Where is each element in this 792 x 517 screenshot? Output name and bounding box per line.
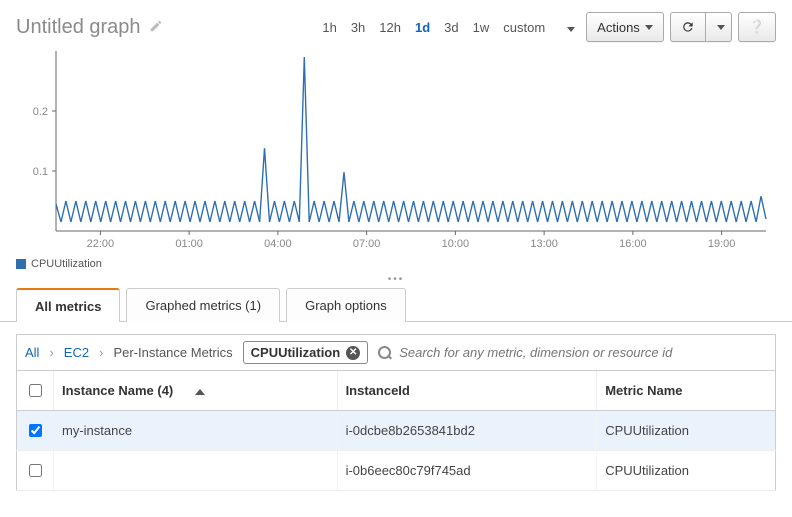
help-icon: ❔ bbox=[749, 19, 765, 35]
cell-instance-name bbox=[54, 451, 338, 491]
chart[interactable]: 0.1 0.2 22:00 01:00 04:00 07:00 10:00 13:00 16:0… bbox=[16, 46, 776, 270]
svg-text:04:00: 04:00 bbox=[264, 238, 292, 250]
svg-text:01:00: 01:00 bbox=[175, 238, 203, 250]
time-range-option[interactable]: 1d bbox=[410, 18, 435, 37]
time-range-picker: 1h 3h12h1d3d 1wcustom bbox=[317, 18, 550, 37]
refresh-button[interactable] bbox=[670, 12, 706, 42]
time-range-option[interactable]: 3d bbox=[439, 18, 463, 37]
svg-text:13:00: 13:00 bbox=[530, 238, 558, 250]
row-checkbox[interactable] bbox=[29, 464, 42, 477]
row-checkbox[interactable] bbox=[29, 424, 42, 437]
col-metric-name-label: Metric Name bbox=[605, 383, 682, 398]
legend-swatch bbox=[16, 259, 26, 269]
tabs: All metricsGraphed metrics (1)Graph opti… bbox=[0, 287, 792, 322]
cell-metric-name: CPUUtilization bbox=[597, 411, 776, 451]
col-instance-name-label: Instance Name (4) bbox=[62, 383, 173, 398]
sort-asc-icon bbox=[195, 389, 205, 395]
time-range-option[interactable]: 1w bbox=[468, 18, 495, 37]
resize-handle[interactable]: ••• bbox=[0, 270, 792, 287]
breadcrumb-ec2[interactable]: EC2 bbox=[64, 345, 89, 360]
edit-title-icon[interactable] bbox=[149, 19, 163, 36]
filter-bar: All › EC2 › Per-Instance Metrics CPUUtil… bbox=[16, 334, 776, 371]
col-metric-name[interactable]: Metric Name bbox=[597, 371, 776, 411]
select-all-checkbox[interactable] bbox=[29, 384, 42, 397]
caret-down-icon bbox=[717, 25, 725, 30]
tab[interactable]: Graph options bbox=[286, 288, 406, 322]
actions-label: Actions bbox=[597, 20, 640, 35]
cell-metric-name: CPUUtilization bbox=[597, 451, 776, 491]
svg-text:10:00: 10:00 bbox=[442, 238, 470, 250]
legend-label: CPUUtilization bbox=[31, 258, 102, 270]
tab[interactable]: All metrics bbox=[16, 288, 120, 322]
breadcrumb-all[interactable]: All bbox=[25, 345, 39, 360]
refresh-icon bbox=[681, 20, 695, 34]
header: Untitled graph 1h 3h12h1d3d 1wcustom Actio… bbox=[16, 12, 776, 42]
time-range-option[interactable]: 3h bbox=[346, 18, 370, 37]
remove-filter-icon[interactable]: ✕ bbox=[346, 346, 360, 360]
svg-text:16:00: 16:00 bbox=[619, 238, 647, 250]
filter-chip-label: CPUUtilization bbox=[251, 345, 341, 360]
time-range-option[interactable]: 12h bbox=[374, 18, 406, 37]
metrics-table: Instance Name (4) InstanceId Metric Name… bbox=[16, 371, 776, 491]
svg-text:19:00: 19:00 bbox=[708, 238, 736, 250]
table-row[interactable]: my-instancei-0dcbe8b2653841bd2CPUUtiliza… bbox=[17, 411, 776, 451]
col-instance-id[interactable]: InstanceId bbox=[337, 371, 597, 411]
svg-text:07:00: 07:00 bbox=[353, 238, 381, 250]
col-instance-name[interactable]: Instance Name (4) bbox=[54, 371, 338, 411]
svg-text:0.1: 0.1 bbox=[33, 166, 48, 178]
cell-instance-name: my-instance bbox=[54, 411, 338, 451]
help-button[interactable]: ❔ bbox=[738, 12, 776, 42]
svg-text:22:00: 22:00 bbox=[87, 238, 115, 250]
caret-down-icon bbox=[645, 25, 653, 30]
tab[interactable]: Graphed metrics (1) bbox=[126, 288, 280, 322]
actions-button[interactable]: Actions bbox=[586, 12, 664, 42]
cell-instance-id: i-0b6eec80c79f745ad bbox=[337, 451, 597, 491]
filter-chip: CPUUtilization ✕ bbox=[243, 341, 369, 364]
time-range-custom-dropdown[interactable] bbox=[562, 18, 580, 37]
chevron-right-icon: › bbox=[49, 345, 53, 360]
cell-instance-id: i-0dcbe8b2653841bd2 bbox=[337, 411, 597, 451]
graph-title[interactable]: Untitled graph bbox=[16, 16, 141, 39]
search-icon bbox=[378, 346, 391, 359]
col-instance-id-label: InstanceId bbox=[346, 383, 410, 398]
breadcrumb-current: Per-Instance Metrics bbox=[113, 345, 232, 360]
table-row[interactable]: i-0b6eec80c79f745adCPUUtilization bbox=[17, 451, 776, 491]
search-input[interactable] bbox=[397, 344, 767, 361]
legend: CPUUtilization bbox=[16, 258, 776, 270]
refresh-options-button[interactable] bbox=[706, 12, 732, 42]
time-range-option[interactable]: 1h bbox=[317, 18, 341, 37]
time-range-option[interactable]: custom bbox=[498, 18, 550, 37]
svg-text:0.2: 0.2 bbox=[33, 106, 48, 118]
chevron-right-icon: › bbox=[99, 345, 103, 360]
